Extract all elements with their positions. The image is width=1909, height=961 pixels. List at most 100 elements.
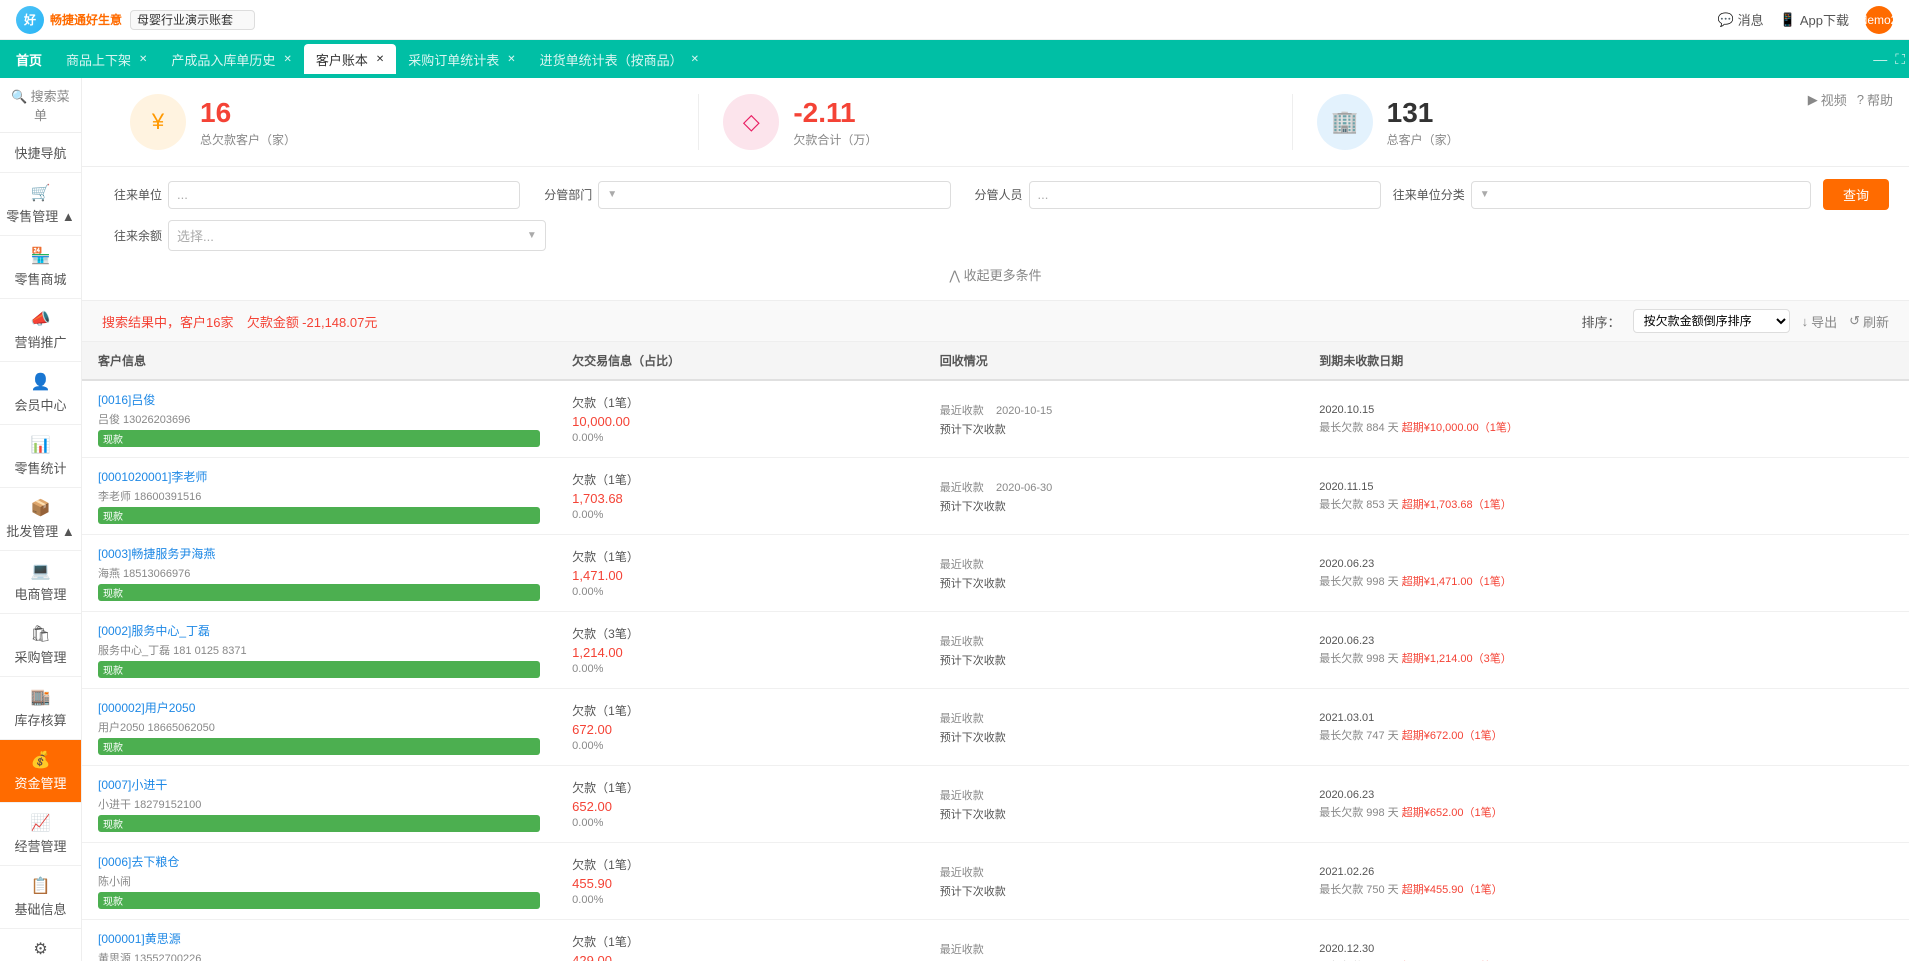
table-row: [0007]小进干 小进干 18279152100 现款 欠款（1笔） 652.… (82, 766, 1909, 843)
nav-minimize-icon[interactable]: — (1873, 51, 1887, 68)
company-select[interactable]: 母婴行业演示账套 (130, 10, 255, 30)
overdue-link-0[interactable]: 超期¥10,000.00（1笔） (1402, 422, 1518, 434)
customer-name-4[interactable]: [000002]用户2050 (98, 699, 540, 716)
debt-amount-1[interactable]: 1,703.68 (572, 491, 908, 506)
debt-amount-2[interactable]: 1,471.00 (572, 568, 908, 583)
manager-input[interactable]: ... (1029, 181, 1381, 209)
sidebar-item-inventory[interactable]: 🏬 库存核算 (0, 677, 81, 740)
sidebar-item-member[interactable]: 👤 会员中心 (0, 362, 81, 425)
recovery-label-6: 最近收款 (940, 864, 1287, 880)
sidebar-item-finance[interactable]: 💰 资金管理 (0, 740, 81, 803)
overdue-days-7: 最长欠款 808 天 超期¥429.00（1笔） (1319, 958, 1893, 961)
sidebar-item-marketing[interactable]: 📣 营销推广 (0, 299, 81, 362)
tab-purchase-order-close[interactable]: ✕ (507, 54, 515, 65)
sidebar-item-basic-label: 基础信息 (14, 899, 66, 918)
overdue-link-3[interactable]: 超期¥1,214.00（3笔） (1402, 653, 1512, 665)
debt-info-7: 欠款（1笔） 429.00 0.00% (572, 933, 908, 961)
debt-percent-6: 0.00% (572, 894, 908, 906)
sidebar-item-basic[interactable]: 📋 基础信息 (0, 866, 81, 929)
sidebar-item-ecommerce[interactable]: 💻 电商管理 (0, 551, 81, 614)
overdue-link-2[interactable]: 超期¥1,471.00（1笔） (1402, 576, 1512, 588)
department-input[interactable] (598, 181, 950, 209)
balance-input[interactable]: 选择... (168, 220, 546, 251)
video-icon: ▶ (1808, 92, 1818, 108)
stat-info-total: 131 总客户（家） (1387, 97, 1459, 148)
tab-home[interactable]: 首页 (4, 44, 54, 74)
overdue-link-6[interactable]: 超期¥455.90（1笔） (1402, 884, 1503, 896)
overdue-info-4: 2021.03.01 最长欠款 747 天 超期¥672.00（1笔） (1319, 712, 1893, 743)
filter-row-1: 往来单位 ... 分管部门 分管人员 ... 往来单位分类 (102, 179, 1889, 210)
app-download-btn[interactable]: 📱 App下载 (1780, 10, 1849, 29)
stat-info-debt: 16 总欠款客户（家） (200, 97, 296, 148)
tab-customer-account-close[interactable]: ✕ (376, 54, 384, 65)
table-row: [000001]黄思源 黄思源 13552700226 现款 欠款（1笔） 42… (82, 920, 1909, 961)
debt-amount-7[interactable]: 429.00 (572, 953, 908, 961)
tab-product-history-close[interactable]: ✕ (283, 54, 291, 65)
sidebar-item-system[interactable]: ⚙ 系统管理 (0, 929, 81, 961)
tab-purchase-stats-close[interactable]: ✕ (691, 54, 699, 65)
cell-customer-1: [0001020001]李老师 李老师 18600391516 现款 (82, 458, 556, 535)
sidebar-item-retail-mgmt[interactable]: 🛒 零售管理 ▲ (0, 173, 81, 236)
debt-amount-0[interactable]: 10,000.00 (572, 414, 908, 429)
tab-purchase-order[interactable]: 采购订单统计表 ✕ (396, 44, 527, 74)
customer-name-6[interactable]: [0006]去下粮仓 (98, 853, 540, 870)
sidebar-nav-label: 快捷导航 (0, 133, 81, 173)
debt-amount-5[interactable]: 652.00 (572, 799, 908, 814)
recovery-info-1: 最近收款 2020-06-30 预计下次收款 (940, 479, 1287, 514)
debt-amount-3[interactable]: 1,214.00 (572, 645, 908, 660)
tab-product-history[interactable]: 产成品入库单历史 ✕ (159, 44, 303, 74)
sidebar-item-retail-mall[interactable]: 🏪 零售商城 (0, 236, 81, 299)
sidebar-item-purchase[interactable]: 🛍 采购管理 (0, 614, 81, 677)
debt-amount-4[interactable]: 672.00 (572, 722, 908, 737)
stat-info-amount: -2.11 欠款合计（万） (793, 97, 877, 148)
tab-product-shelf-close[interactable]: ✕ (139, 54, 147, 65)
customer-phone-1: 李老师 18600391516 (98, 488, 540, 504)
refresh-btn[interactable]: ↺ 刷新 (1849, 312, 1889, 331)
sidebar-search[interactable]: 🔍 搜索菜单 (0, 78, 81, 133)
help-btn[interactable]: ? 帮助 (1857, 90, 1893, 109)
stat-debt-customers: ¥ 16 总欠款客户（家） (106, 94, 699, 150)
debt-amount-6[interactable]: 455.90 (572, 876, 908, 891)
search-button[interactable]: 查询 (1823, 179, 1889, 210)
customer-name-3[interactable]: [0002]服务中心_丁磊 (98, 622, 540, 639)
export-btn[interactable]: ↓ 导出 (1802, 312, 1838, 331)
content-area: ▶ 视频 ? 帮助 ¥ 16 总欠款客户（家） ◇ -2.11 (82, 78, 1909, 961)
customer-name-1[interactable]: [0001020001]李老师 (98, 468, 540, 485)
tab-customer-account[interactable]: 客户账本 ✕ (304, 44, 396, 74)
tab-purchase-order-label: 采购订单统计表 (408, 50, 499, 69)
stat-debt-amount: ◇ -2.11 欠款合计（万） (699, 94, 1292, 150)
filter-collapse[interactable]: ⋀ 收起更多条件 (102, 261, 1889, 288)
nav-end: — ⛶ (1873, 51, 1905, 68)
customer-phone-5: 小进干 18279152100 (98, 796, 540, 812)
sidebar-item-operations[interactable]: 📈 经营管理 (0, 803, 81, 866)
overdue-link-1[interactable]: 超期¥1,703.68（1笔） (1402, 499, 1512, 511)
source-unit-input[interactable]: ... (168, 181, 520, 209)
manager-dots: ... (1038, 187, 1049, 202)
customer-name-5[interactable]: [0007]小进干 (98, 776, 540, 793)
sidebar-item-batch-mgmt[interactable]: 📦 批发管理 ▲ (0, 488, 81, 551)
stat-actions: ▶ 视频 ? 帮助 (1808, 90, 1893, 109)
sidebar-item-purchase-label: 采购管理 (14, 647, 66, 666)
source-category-input[interactable] (1471, 181, 1811, 209)
cell-debt-7: 欠款（1笔） 429.00 0.00% (556, 920, 924, 961)
sort-select[interactable]: 按欠款金额倒序排序 (1633, 309, 1790, 333)
message-btn[interactable]: 💬 消息 (1717, 10, 1763, 29)
cell-overdue-6: 2021.02.26 最长欠款 750 天 超期¥455.90（1笔） (1303, 843, 1909, 920)
customer-name-7[interactable]: [000001]黄思源 (98, 930, 540, 947)
tab-product-shelf[interactable]: 商品上下架 ✕ (54, 44, 159, 74)
view-video-btn[interactable]: ▶ 视频 (1808, 90, 1847, 109)
stat-total-customers: 🏢 131 总客户（家） (1293, 94, 1885, 150)
tab-purchase-stats[interactable]: 进货单统计表（按商品） ✕ (528, 44, 711, 74)
cell-debt-0: 欠款（1笔） 10,000.00 0.00% (556, 380, 924, 458)
customer-info-2: [0003]畅捷服务尹海燕 海燕 18513066976 现款 (98, 545, 540, 601)
customer-name-2[interactable]: [0003]畅捷服务尹海燕 (98, 545, 540, 562)
customer-info-6: [0006]去下粮仓 陈小闹 现款 (98, 853, 540, 909)
overdue-link-4[interactable]: 超期¥672.00（1笔） (1402, 730, 1503, 742)
nav-expand-icon[interactable]: ⛶ (1895, 51, 1905, 68)
overdue-link-5[interactable]: 超期¥652.00（1笔） (1402, 807, 1503, 819)
col-overdue-info: 到期未收款日期 (1303, 342, 1909, 380)
recovery-label-3: 最近收款 (940, 633, 1287, 649)
sidebar-item-retail-stats[interactable]: 📊 零售统计 (0, 425, 81, 488)
user-avatar[interactable]: demo2 (1865, 6, 1893, 34)
customer-name-0[interactable]: [0016]吕俊 (98, 391, 540, 408)
